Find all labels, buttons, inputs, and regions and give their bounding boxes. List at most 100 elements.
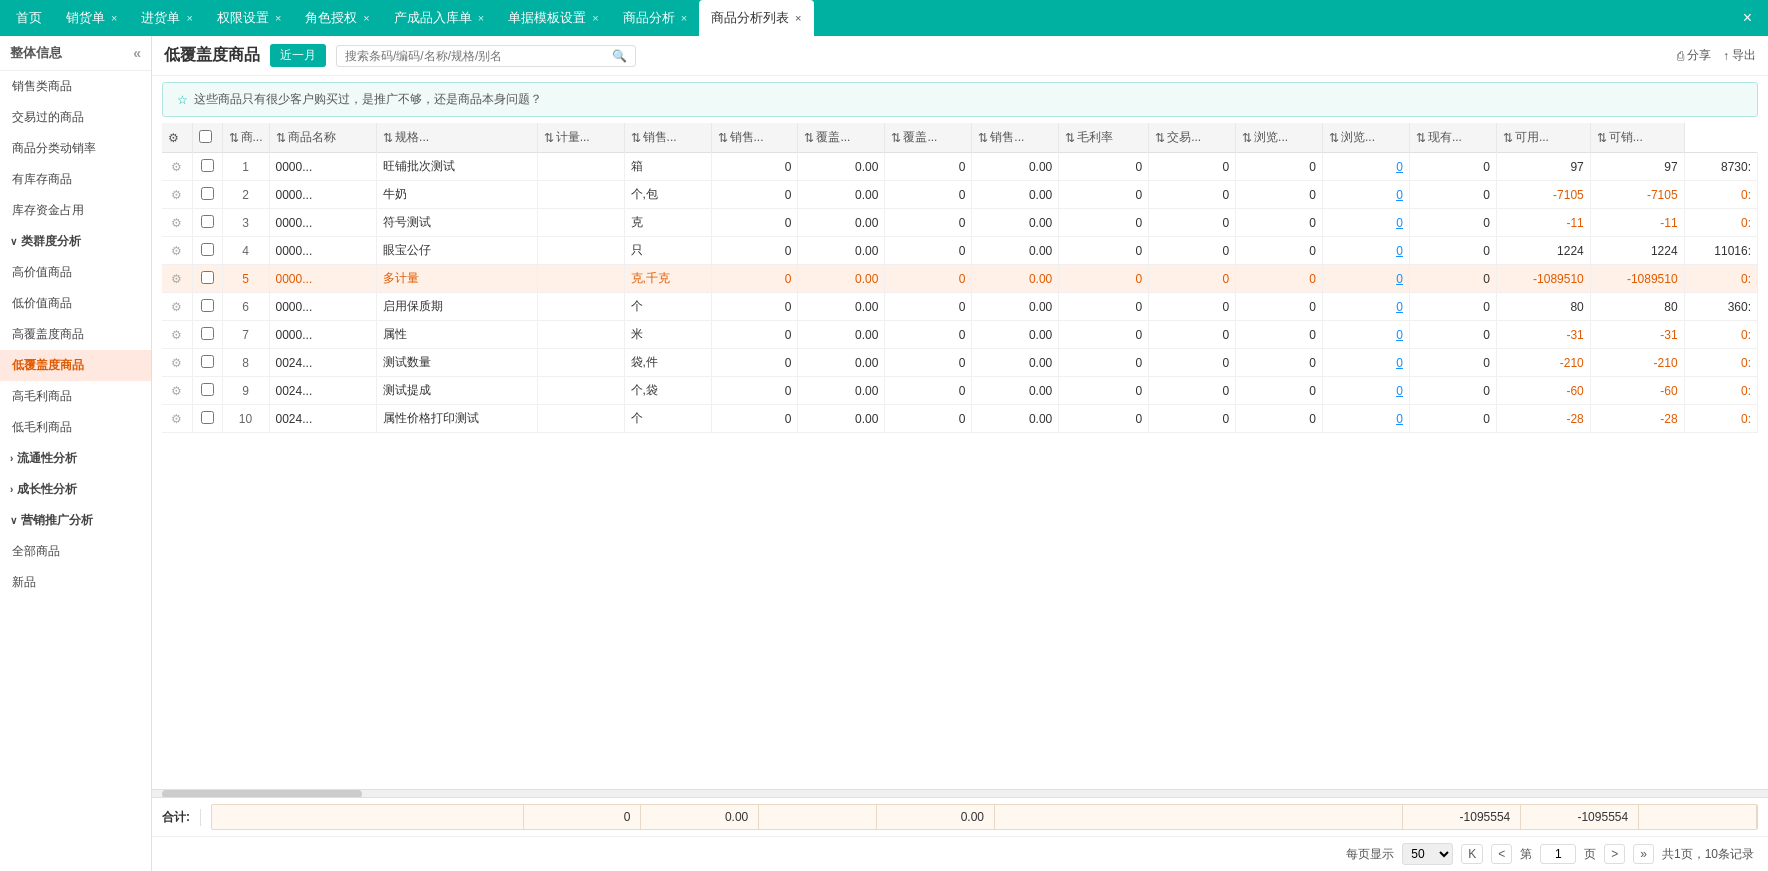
sales2-column-header[interactable]: ⇅销售... bbox=[711, 123, 798, 153]
row-browse1[interactable]: 0 bbox=[1323, 293, 1410, 321]
time-filter-button[interactable]: 近一月 bbox=[270, 44, 326, 67]
tab-sales[interactable]: 销货单 × bbox=[54, 0, 129, 36]
checkbox-column-header[interactable] bbox=[192, 123, 222, 153]
row-browse1[interactable]: 0 bbox=[1323, 349, 1410, 377]
close-icon[interactable]: × bbox=[681, 12, 687, 24]
prev-page-button[interactable]: < bbox=[1491, 844, 1512, 864]
sidebar-item-new-goods[interactable]: 新品 bbox=[0, 567, 151, 598]
sidebar-item-stock-goods[interactable]: 有库存商品 bbox=[0, 164, 151, 195]
close-icon[interactable]: × bbox=[363, 12, 369, 24]
next-page-button[interactable]: > bbox=[1604, 844, 1625, 864]
row-checkbox[interactable] bbox=[201, 271, 214, 284]
search-icon[interactable]: 🔍 bbox=[612, 49, 627, 63]
row-checkbox[interactable] bbox=[201, 411, 214, 424]
page-input[interactable] bbox=[1540, 844, 1576, 864]
browse2-column-header[interactable]: ⇅浏览... bbox=[1323, 123, 1410, 153]
checkbox-cell[interactable] bbox=[192, 237, 222, 265]
sidebar-item-traded-goods[interactable]: 交易过的商品 bbox=[0, 102, 151, 133]
tab-role[interactable]: 角色授权 × bbox=[293, 0, 381, 36]
sidebar-section-liquidity[interactable]: › 流通性分析 bbox=[0, 443, 151, 474]
share-button[interactable]: ⎙ 分享 bbox=[1677, 47, 1711, 64]
row-checkbox[interactable] bbox=[201, 243, 214, 256]
tab-product-analysis-list[interactable]: 商品分析列表 × bbox=[699, 0, 813, 36]
sidebar-section-growth[interactable]: › 成长性分析 bbox=[0, 474, 151, 505]
sidebar-item-low-value[interactable]: 低价值商品 bbox=[0, 288, 151, 319]
code-column-header[interactable]: ⇅商... bbox=[222, 123, 269, 153]
sales3-column-header[interactable]: ⇅销售... bbox=[972, 123, 1059, 153]
cover1-column-header[interactable]: ⇅覆盖... bbox=[798, 123, 885, 153]
export-button[interactable]: ↑ 导出 bbox=[1723, 47, 1756, 64]
tab-permission[interactable]: 权限设置 × bbox=[205, 0, 293, 36]
sidebar-section-cluster[interactable]: ∨ 类群度分析 bbox=[0, 226, 151, 257]
gross-column-header[interactable]: ⇅毛利率 bbox=[1059, 123, 1149, 153]
row-browse1[interactable]: 0 bbox=[1323, 153, 1410, 181]
name-column-header[interactable]: ⇅商品名称 bbox=[269, 123, 377, 153]
sidebar-item-high-value[interactable]: 高价值商品 bbox=[0, 257, 151, 288]
checkbox-cell[interactable] bbox=[192, 349, 222, 377]
tab-template[interactable]: 单据模板设置 × bbox=[496, 0, 610, 36]
close-icon[interactable]: × bbox=[478, 12, 484, 24]
row-checkbox[interactable] bbox=[201, 187, 214, 200]
tab-home[interactable]: 首页 bbox=[4, 0, 54, 36]
window-close-button[interactable]: × bbox=[1731, 9, 1764, 27]
tab-purchase[interactable]: 进货单 × bbox=[129, 0, 204, 36]
avail-column-header[interactable]: ⇅可用... bbox=[1496, 123, 1590, 153]
row-checkbox[interactable] bbox=[201, 159, 214, 172]
sidebar-item-all-goods[interactable]: 全部商品 bbox=[0, 536, 151, 567]
sidebar-header: 整体信息 « bbox=[0, 36, 151, 71]
sidebar-item-low-profit[interactable]: 低毛利商品 bbox=[0, 412, 151, 443]
row-checkbox[interactable] bbox=[201, 383, 214, 396]
row-checkbox[interactable] bbox=[201, 355, 214, 368]
checkbox-cell[interactable] bbox=[192, 321, 222, 349]
sidebar-item-sales-goods[interactable]: 销售类商品 bbox=[0, 71, 151, 102]
row-checkbox[interactable] bbox=[201, 215, 214, 228]
row-browse1[interactable]: 0 bbox=[1323, 377, 1410, 405]
per-page-select[interactable]: 50 100 200 bbox=[1402, 843, 1453, 865]
sidebar-collapse-button[interactable]: « bbox=[133, 45, 141, 61]
close-icon[interactable]: × bbox=[186, 12, 192, 24]
row-number: 3 bbox=[222, 209, 269, 237]
row-checkbox[interactable] bbox=[201, 299, 214, 312]
checkbox-cell[interactable] bbox=[192, 153, 222, 181]
sidebar-item-stock-capital[interactable]: 库存资金占用 bbox=[0, 195, 151, 226]
current-column-header[interactable]: ⇅现有... bbox=[1409, 123, 1496, 153]
tab-product-warehouse[interactable]: 产成品入库单 × bbox=[382, 0, 496, 36]
unit-column-header[interactable]: ⇅计量... bbox=[537, 123, 624, 153]
row-browse1[interactable]: 0 bbox=[1323, 265, 1410, 293]
last-page-button[interactable]: » bbox=[1633, 844, 1654, 864]
tab-product-analysis[interactable]: 商品分析 × bbox=[611, 0, 699, 36]
row-browse1[interactable]: 0 bbox=[1323, 237, 1410, 265]
close-icon[interactable]: × bbox=[795, 12, 801, 24]
checkbox-cell[interactable] bbox=[192, 405, 222, 433]
trade-column-header[interactable]: ⇅交易... bbox=[1149, 123, 1236, 153]
close-icon[interactable]: × bbox=[275, 12, 281, 24]
close-icon[interactable]: × bbox=[111, 12, 117, 24]
settings-column-header[interactable]: ⚙ bbox=[162, 123, 192, 153]
sales1-column-header[interactable]: ⇅销售... bbox=[624, 123, 711, 153]
sidebar-item-category-rate[interactable]: 商品分类动销率 bbox=[0, 133, 151, 164]
checkbox-cell[interactable] bbox=[192, 181, 222, 209]
browse1-column-header[interactable]: ⇅浏览... bbox=[1236, 123, 1323, 153]
first-page-button[interactable]: K bbox=[1461, 844, 1483, 864]
sidebar-item-high-profit[interactable]: 高毛利商品 bbox=[0, 381, 151, 412]
row-code: 0024... bbox=[269, 349, 377, 377]
row-browse1[interactable]: 0 bbox=[1323, 181, 1410, 209]
sidebar-item-low-coverage[interactable]: 低覆盖度商品 bbox=[0, 350, 151, 381]
close-icon[interactable]: × bbox=[592, 12, 598, 24]
select-all-checkbox[interactable] bbox=[199, 130, 212, 143]
cover2-column-header[interactable]: ⇅覆盖... bbox=[885, 123, 972, 153]
checkbox-cell[interactable] bbox=[192, 209, 222, 237]
checkbox-cell[interactable] bbox=[192, 377, 222, 405]
sidebar-item-high-coverage[interactable]: 高覆盖度商品 bbox=[0, 319, 151, 350]
checkbox-cell[interactable] bbox=[192, 293, 222, 321]
row-checkbox[interactable] bbox=[201, 327, 214, 340]
row-browse1[interactable]: 0 bbox=[1323, 405, 1410, 433]
row-browse1[interactable]: 0 bbox=[1323, 209, 1410, 237]
horizontal-scrollbar[interactable] bbox=[152, 789, 1768, 797]
search-input[interactable] bbox=[345, 49, 606, 63]
sidebar-section-marketing[interactable]: ∨ 营销推广分析 bbox=[0, 505, 151, 536]
row-browse1[interactable]: 0 bbox=[1323, 321, 1410, 349]
spec-column-header[interactable]: ⇅规格... bbox=[377, 123, 538, 153]
checkbox-cell[interactable] bbox=[192, 265, 222, 293]
sellable-column-header[interactable]: ⇅可销... bbox=[1590, 123, 1684, 153]
